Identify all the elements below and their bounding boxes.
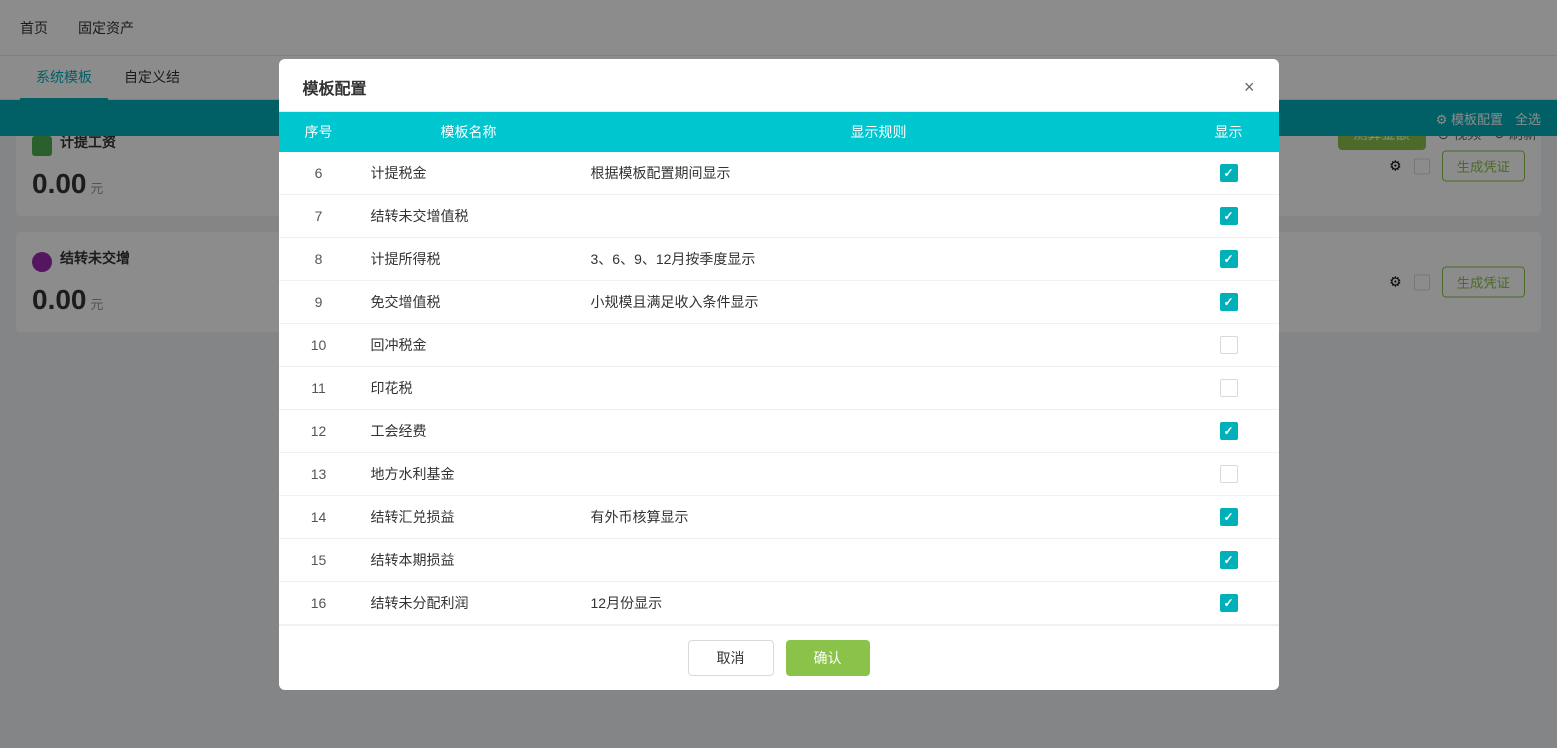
checkbox-row-7[interactable] [1220,465,1238,483]
cell-name-8: 结转汇兑损益 [359,495,579,538]
cell-seq-5: 11 [279,366,359,409]
cell-rule-3: 小规模且满足收入条件显示 [579,280,1179,323]
cell-rule-10: 12月份显示 [579,581,1179,624]
cell-seq-6: 12 [279,409,359,452]
cell-seq-10: 16 [279,581,359,624]
col-header-name: 模板名称 [359,112,579,152]
checkbox-row-6[interactable] [1220,422,1238,440]
cell-check-3 [1179,280,1279,323]
checkbox-row-2[interactable] [1220,250,1238,268]
table-header-row: 序号 模板名称 显示规则 显示 [279,112,1279,152]
cell-check-6 [1179,409,1279,452]
modal-title: 模板配置 [303,75,367,99]
cell-name-5: 印花税 [359,366,579,409]
checkbox-row-9[interactable] [1220,551,1238,569]
cell-name-3: 免交增值税 [359,280,579,323]
cell-name-2: 计提所得税 [359,237,579,280]
cell-name-10: 结转未分配利润 [359,581,579,624]
cell-check-10 [1179,581,1279,624]
table-row: 11印花税 [279,366,1279,409]
checkbox-row-8[interactable] [1220,508,1238,526]
cell-rule-5 [579,366,1179,409]
table-row: 9免交增值税小规模且满足收入条件显示 [279,280,1279,323]
modal-close-button[interactable]: × [1244,78,1255,96]
checkbox-row-1[interactable] [1220,207,1238,225]
cell-check-8 [1179,495,1279,538]
table-row: 13地方水利基金 [279,452,1279,495]
table-row: 16结转未分配利润12月份显示 [279,581,1279,624]
table-row: 12工会经费 [279,409,1279,452]
cell-seq-8: 14 [279,495,359,538]
cell-seq-3: 9 [279,280,359,323]
cell-rule-8: 有外币核算显示 [579,495,1179,538]
table-row: 10回冲税金 [279,323,1279,366]
table-row: 6计提税金根据模板配置期间显示 [279,152,1279,195]
cell-rule-7 [579,452,1179,495]
table-row: 14结转汇兑损益有外币核算显示 [279,495,1279,538]
cell-rule-2: 3、6、9、12月按季度显示 [579,237,1179,280]
cell-check-2 [1179,237,1279,280]
cell-check-9 [1179,538,1279,581]
cell-rule-4 [579,323,1179,366]
cell-name-9: 结转本期损益 [359,538,579,581]
col-header-display: 显示 [1179,112,1279,152]
cell-name-1: 结转未交增值税 [359,194,579,237]
col-header-rule: 显示规则 [579,112,1179,152]
cell-name-7: 地方水利基金 [359,452,579,495]
modal-table: 序号 模板名称 显示规则 显示 6计提税金根据模板配置期间显示7结转未交增值税8… [279,112,1279,625]
checkbox-row-10[interactable] [1220,594,1238,612]
cancel-button[interactable]: 取消 [688,640,774,676]
cell-seq-4: 10 [279,323,359,366]
cell-name-6: 工会经费 [359,409,579,452]
modal-header: 模板配置 × [279,59,1279,112]
cell-seq-9: 15 [279,538,359,581]
checkbox-row-5[interactable] [1220,379,1238,397]
checkbox-row-3[interactable] [1220,293,1238,311]
modal-footer: 取消 确认 [279,625,1279,690]
table-row: 15结转本期损益 [279,538,1279,581]
cell-name-0: 计提税金 [359,152,579,195]
modal-overlay: 模板配置 × 序号 模板名称 显示规则 显示 6计提税金根据模板配置期间显示7结… [0,0,1557,748]
cell-check-1 [1179,194,1279,237]
cell-seq-7: 13 [279,452,359,495]
cell-seq-2: 8 [279,237,359,280]
cell-seq-1: 7 [279,194,359,237]
cell-seq-0: 6 [279,152,359,195]
cell-check-0 [1179,152,1279,195]
checkbox-row-0[interactable] [1220,164,1238,182]
cell-check-5 [1179,366,1279,409]
confirm-button[interactable]: 确认 [786,640,870,676]
cell-rule-6 [579,409,1179,452]
cell-name-4: 回冲税金 [359,323,579,366]
cell-rule-0: 根据模板配置期间显示 [579,152,1179,195]
cell-rule-9 [579,538,1179,581]
modal-table-scroll: 序号 模板名称 显示规则 显示 6计提税金根据模板配置期间显示7结转未交增值税8… [279,112,1279,625]
cell-rule-1 [579,194,1179,237]
checkbox-row-4[interactable] [1220,336,1238,354]
table-row: 7结转未交增值税 [279,194,1279,237]
cell-check-7 [1179,452,1279,495]
modal-template-config: 模板配置 × 序号 模板名称 显示规则 显示 6计提税金根据模板配置期间显示7结… [279,59,1279,690]
cell-check-4 [1179,323,1279,366]
table-row: 8计提所得税3、6、9、12月按季度显示 [279,237,1279,280]
col-header-seq: 序号 [279,112,359,152]
